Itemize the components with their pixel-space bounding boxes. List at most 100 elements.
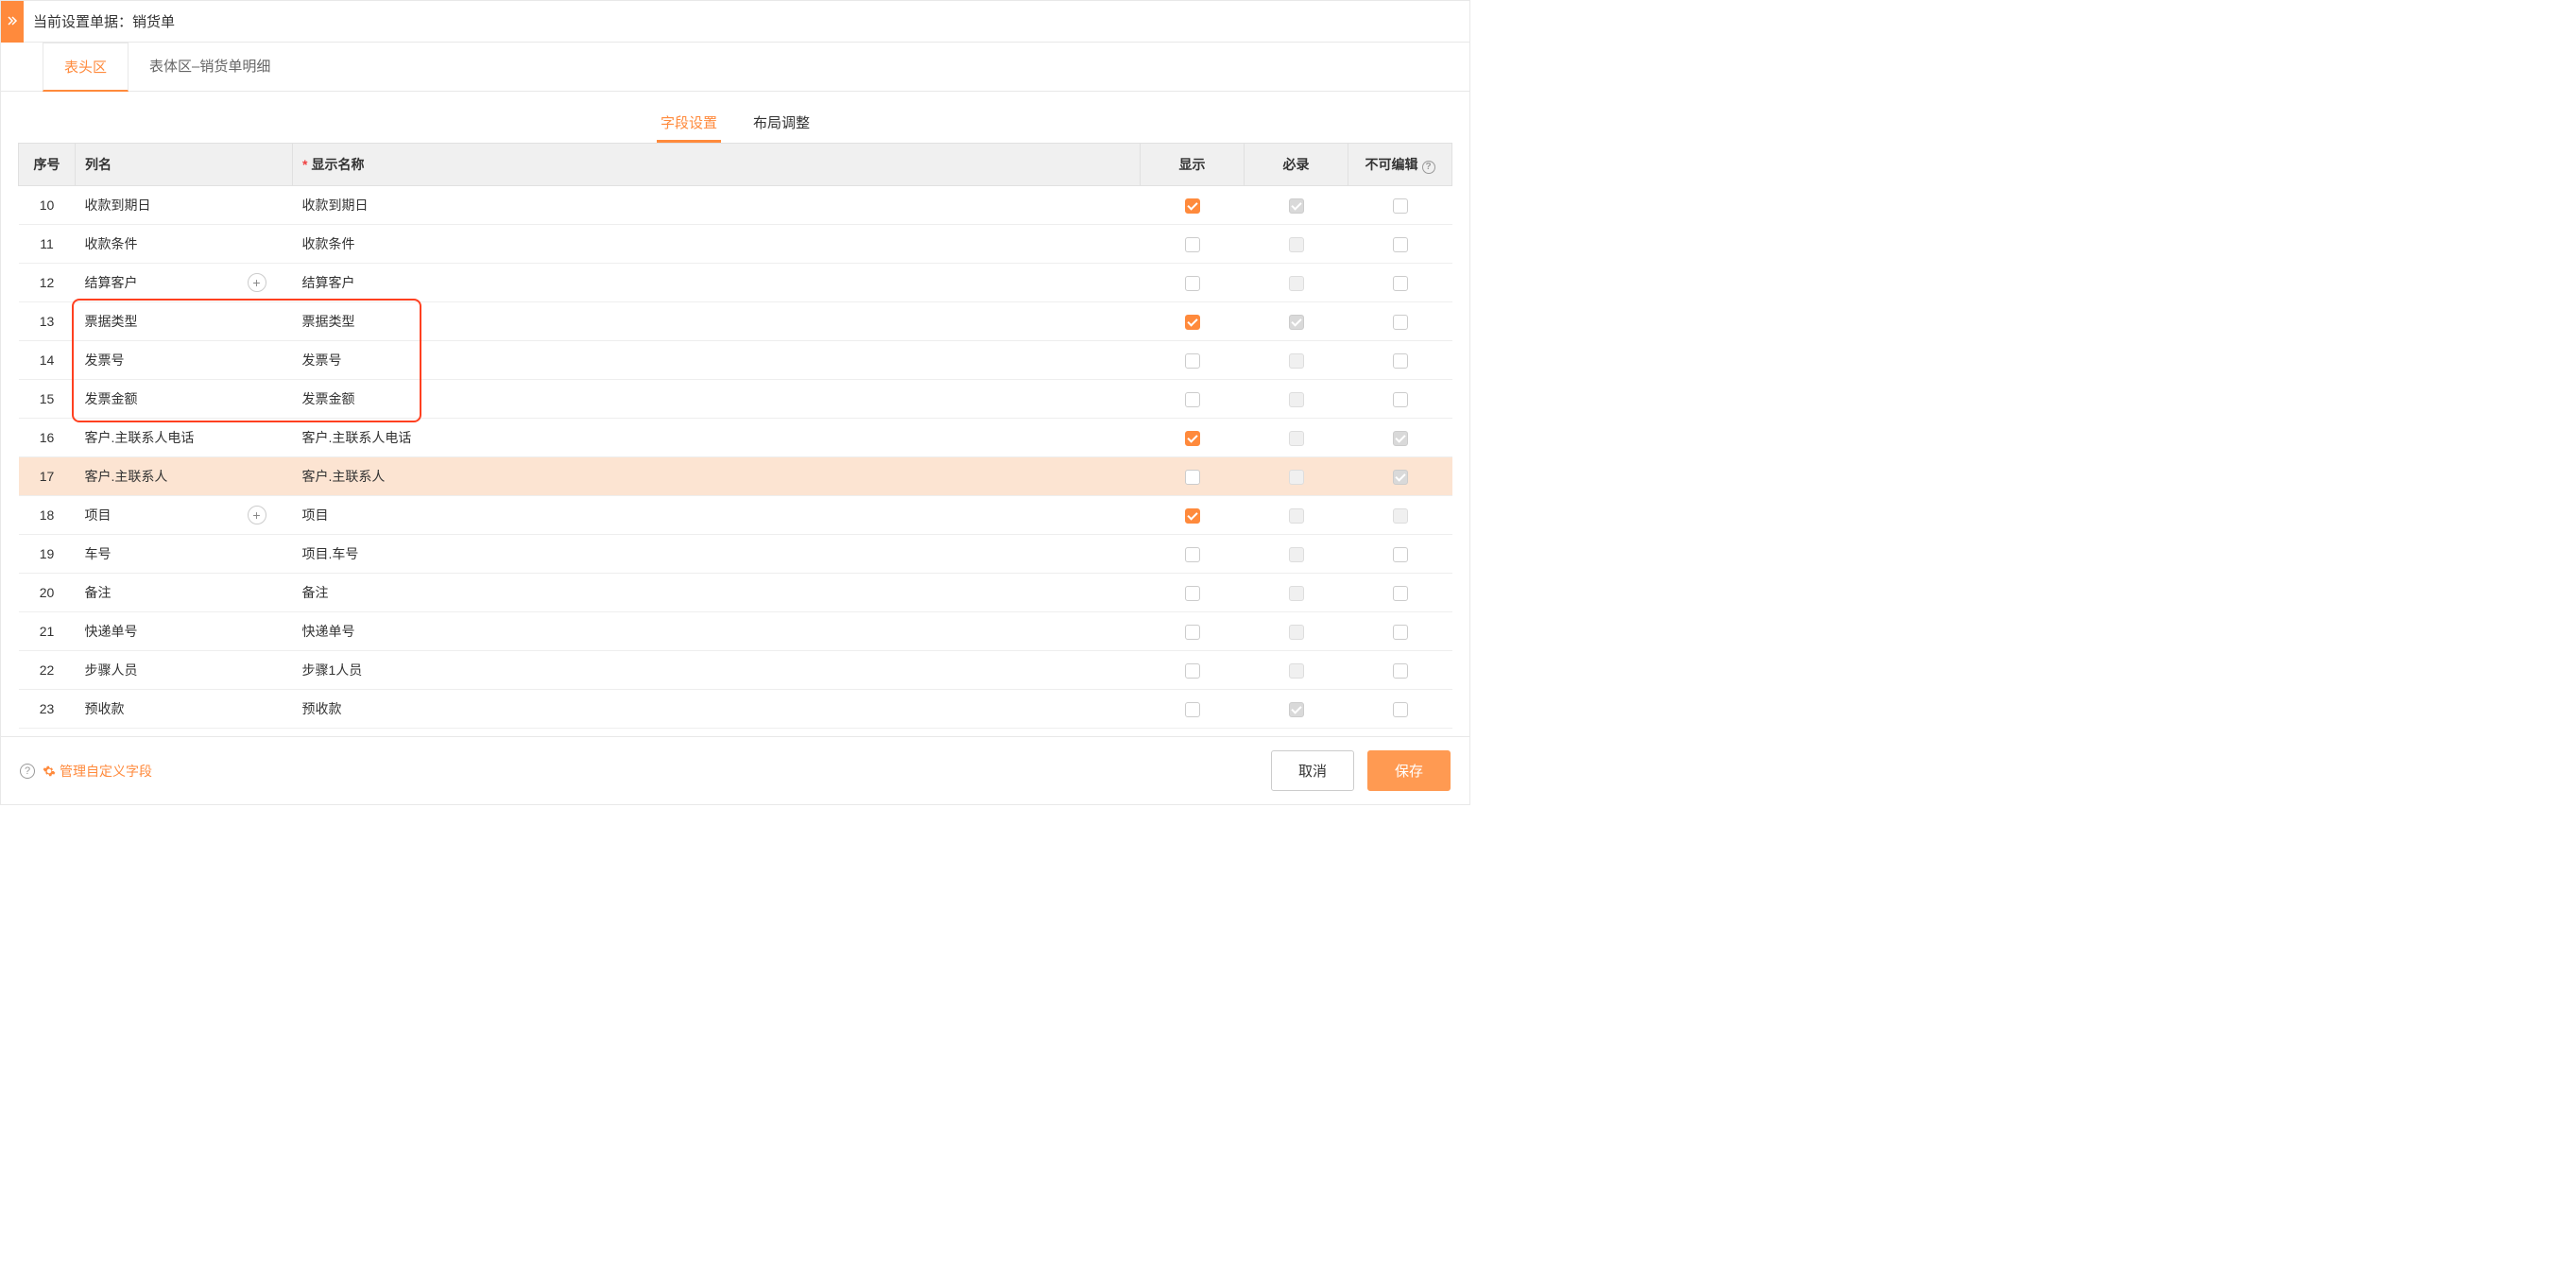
show-checkbox[interactable] xyxy=(1185,586,1200,601)
cell-readonly xyxy=(1348,690,1452,729)
row-display-name[interactable]: 票据类型 xyxy=(293,302,1141,341)
table-row[interactable]: 11收款条件收款条件 xyxy=(19,225,1452,264)
table-row[interactable]: 15发票金额发票金额 xyxy=(19,380,1452,419)
show-checkbox[interactable] xyxy=(1185,508,1200,524)
show-checkbox[interactable] xyxy=(1185,663,1200,679)
manage-custom-fields-link[interactable]: 管理自定义字段 xyxy=(43,762,152,781)
readonly-checkbox[interactable] xyxy=(1393,198,1408,214)
show-checkbox[interactable] xyxy=(1185,315,1200,330)
show-checkbox[interactable] xyxy=(1185,198,1200,214)
table-row[interactable]: 21快递单号快递单号 xyxy=(19,612,1452,651)
cell-readonly xyxy=(1348,612,1452,651)
row-display-name[interactable]: 客户.主联系人电话 xyxy=(293,419,1141,457)
cell-show xyxy=(1141,264,1245,302)
row-column-name: 结算客户+ xyxy=(76,264,293,302)
readonly-checkbox[interactable] xyxy=(1393,315,1408,330)
cell-show xyxy=(1141,496,1245,535)
add-child-field-button[interactable]: + xyxy=(248,273,266,292)
readonly-checkbox[interactable] xyxy=(1393,353,1408,369)
cell-readonly xyxy=(1348,574,1452,612)
row-display-name[interactable]: 项目.车号 xyxy=(293,535,1141,574)
cell-readonly xyxy=(1348,380,1452,419)
table-row[interactable]: 20备注备注 xyxy=(19,574,1452,612)
row-display-name[interactable]: 发票金额 xyxy=(293,380,1141,419)
readonly-checkbox[interactable] xyxy=(1393,276,1408,291)
table-row[interactable]: 14发票号发票号 xyxy=(19,341,1452,380)
add-child-field-button[interactable]: + xyxy=(248,506,266,524)
row-display-name[interactable]: 发票号 xyxy=(293,341,1141,380)
table-row[interactable]: 19车号项目.车号 xyxy=(19,535,1452,574)
save-button[interactable]: 保存 xyxy=(1367,750,1451,791)
readonly-checkbox[interactable] xyxy=(1393,392,1408,407)
readonly-checkbox[interactable] xyxy=(1393,586,1408,601)
cell-required xyxy=(1245,419,1348,457)
cell-readonly xyxy=(1348,225,1452,264)
table-row[interactable]: 23预收款预收款 xyxy=(19,690,1452,729)
cell-show xyxy=(1141,186,1245,225)
cell-readonly xyxy=(1348,457,1452,496)
cell-readonly xyxy=(1348,651,1452,690)
show-checkbox[interactable] xyxy=(1185,237,1200,252)
readonly-checkbox[interactable] xyxy=(1393,237,1408,252)
table-row[interactable]: 16客户.主联系人电话客户.主联系人电话 xyxy=(19,419,1452,457)
required-checkbox xyxy=(1289,431,1304,446)
row-column-name: 发票号 xyxy=(76,341,293,380)
table-row[interactable]: 13票据类型票据类型 xyxy=(19,302,1452,341)
area-tab[interactable]: 表头区 xyxy=(43,43,129,92)
cancel-button[interactable]: 取消 xyxy=(1271,750,1354,791)
col-header-readonly: 不可编辑? xyxy=(1348,144,1452,186)
col-header-required: 必录 xyxy=(1245,144,1348,186)
table-row[interactable]: 10收款到期日收款到期日 xyxy=(19,186,1452,225)
row-display-name[interactable]: 客户.主联系人 xyxy=(293,457,1141,496)
field-table-container: 序号 列名 *显示名称 显示 必录 不可编辑? 10收款到期日收款到期日11收款… xyxy=(1,143,1469,729)
show-checkbox[interactable] xyxy=(1185,702,1200,717)
area-tab[interactable]: 表体区–销货单明细 xyxy=(129,43,291,91)
cell-show xyxy=(1141,341,1245,380)
show-checkbox[interactable] xyxy=(1185,470,1200,485)
cell-show xyxy=(1141,535,1245,574)
cell-required xyxy=(1245,264,1348,302)
row-display-name[interactable]: 快递单号 xyxy=(293,612,1141,651)
required-checkbox xyxy=(1289,586,1304,601)
gear-icon xyxy=(43,765,56,778)
required-checkbox xyxy=(1289,237,1304,252)
help-icon[interactable]: ? xyxy=(20,764,35,779)
row-seq: 21 xyxy=(19,612,76,651)
table-row[interactable]: 12结算客户+结算客户 xyxy=(19,264,1452,302)
row-display-name[interactable]: 项目 xyxy=(293,496,1141,535)
cell-readonly xyxy=(1348,341,1452,380)
row-column-name: 客户.主联系人 xyxy=(76,457,293,496)
required-checkbox xyxy=(1289,547,1304,562)
show-checkbox[interactable] xyxy=(1185,625,1200,640)
required-checkbox xyxy=(1289,315,1304,330)
row-seq: 23 xyxy=(19,690,76,729)
sub-tab[interactable]: 布局调整 xyxy=(749,105,814,143)
readonly-checkbox xyxy=(1393,508,1408,524)
readonly-checkbox[interactable] xyxy=(1393,625,1408,640)
readonly-checkbox[interactable] xyxy=(1393,547,1408,562)
sub-tab[interactable]: 字段设置 xyxy=(657,105,721,143)
field-table: 序号 列名 *显示名称 显示 必录 不可编辑? 10收款到期日收款到期日11收款… xyxy=(18,143,1452,729)
readonly-checkbox[interactable] xyxy=(1393,702,1408,717)
row-column-name: 步骤人员 xyxy=(76,651,293,690)
row-display-name[interactable]: 收款条件 xyxy=(293,225,1141,264)
show-checkbox[interactable] xyxy=(1185,547,1200,562)
row-display-name[interactable]: 步骤1人员 xyxy=(293,651,1141,690)
show-checkbox[interactable] xyxy=(1185,353,1200,369)
table-row[interactable]: 17客户.主联系人客户.主联系人 xyxy=(19,457,1452,496)
show-checkbox[interactable] xyxy=(1185,431,1200,446)
table-row[interactable]: 18项目+项目 xyxy=(19,496,1452,535)
readonly-checkbox[interactable] xyxy=(1393,663,1408,679)
expand-panel-button[interactable] xyxy=(1,1,24,43)
cell-readonly xyxy=(1348,186,1452,225)
show-checkbox[interactable] xyxy=(1185,276,1200,291)
required-checkbox xyxy=(1289,198,1304,214)
help-icon[interactable]: ? xyxy=(1422,161,1435,174)
row-display-name[interactable]: 结算客户 xyxy=(293,264,1141,302)
row-display-name[interactable]: 预收款 xyxy=(293,690,1141,729)
row-display-name[interactable]: 收款到期日 xyxy=(293,186,1141,225)
show-checkbox[interactable] xyxy=(1185,392,1200,407)
cell-show xyxy=(1141,574,1245,612)
row-display-name[interactable]: 备注 xyxy=(293,574,1141,612)
table-row[interactable]: 22步骤人员步骤1人员 xyxy=(19,651,1452,690)
